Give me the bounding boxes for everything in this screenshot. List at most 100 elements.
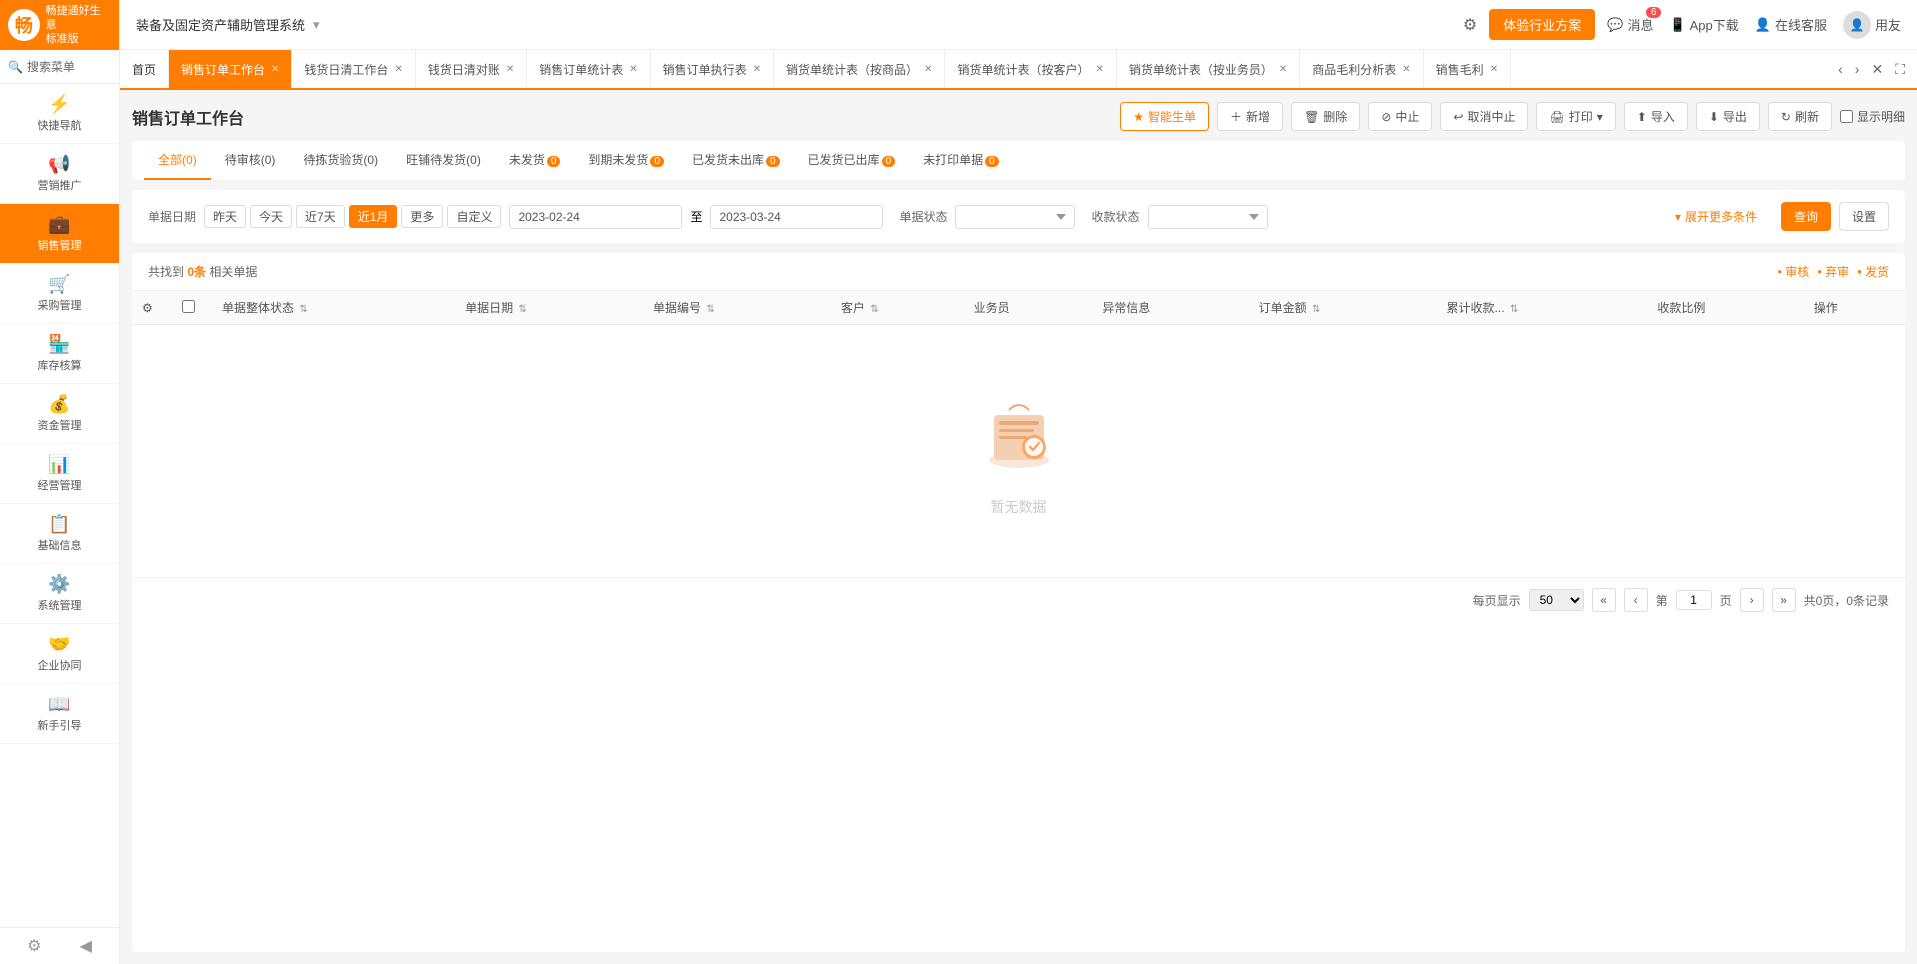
th-customer-label: 客户 xyxy=(841,301,865,315)
tab-close-icon[interactable]: ✕ xyxy=(1095,64,1103,75)
next-page-btn[interactable]: › xyxy=(1740,588,1764,612)
sidebar-item-basic[interactable]: 📋 基础信息 xyxy=(0,504,119,564)
online-service-btn[interactable]: 👤 在线客服 xyxy=(1755,15,1827,34)
tab-sales-order-stats[interactable]: 销售订单统计表 ✕ xyxy=(527,50,650,89)
delete-button[interactable]: 🗑 删除 xyxy=(1291,102,1360,131)
tab-sales-profit[interactable]: 销售毛利 ✕ xyxy=(1424,50,1511,89)
tab-sales-stats-customer[interactable]: 销货单统计表（按客户） ✕ xyxy=(945,50,1116,89)
tab-close-icon[interactable]: ✕ xyxy=(924,64,932,75)
filter-tab-wangpu-pending[interactable]: 旺铺待发货(0) xyxy=(392,141,495,180)
sidebar-item-sales[interactable]: 💼 销售管理 xyxy=(0,204,119,264)
date-btn-more[interactable]: 更多 xyxy=(401,205,443,228)
print-button[interactable]: 🖨 打印 ▾ xyxy=(1536,102,1615,131)
th-status[interactable]: 单据整体状态 ⇅ xyxy=(212,291,455,325)
filter-tab-count: 0 xyxy=(186,153,193,167)
tab-close-icon[interactable]: ✕ xyxy=(1490,64,1498,75)
sidebar-settings-btn[interactable]: ⚙ xyxy=(27,936,41,956)
smart-generate-button[interactable]: ★ 智能生单 xyxy=(1120,102,1209,131)
tab-sales-stats-salesman[interactable]: 销货单统计表（按业务员） ✕ xyxy=(1117,50,1300,89)
sidebar-item-system[interactable]: ⚙️ 系统管理 xyxy=(0,564,119,624)
page-size-select[interactable]: 20 50 100 xyxy=(1529,589,1584,611)
filter-settings-button[interactable]: 设置 xyxy=(1839,202,1889,231)
export-button[interactable]: ⬇ 导出 xyxy=(1696,102,1760,131)
ship-action-btn[interactable]: 发货 xyxy=(1857,263,1889,280)
tab-close-icon[interactable]: ✕ xyxy=(506,64,514,75)
add-button[interactable]: ＋ 新增 xyxy=(1217,102,1283,131)
tab-cash-daily[interactable]: 钱货日清工作台 ✕ xyxy=(292,50,415,89)
tab-sales-order-exec[interactable]: 销售订单执行表 ✕ xyxy=(651,50,774,89)
review-action-btn[interactable]: 审核 xyxy=(1777,263,1809,280)
filter-tab-all[interactable]: 全部(0) xyxy=(144,141,211,180)
tab-close-icon[interactable]: ✕ xyxy=(1402,64,1410,75)
table-scroll-container[interactable]: ⚙ 单据整体状态 ⇅ 单据日期 ⇅ xyxy=(132,291,1905,325)
sidebar-item-finance[interactable]: 💰 资金管理 xyxy=(0,384,119,444)
date-btn-custom[interactable]: 自定义 xyxy=(447,205,501,228)
collection-select[interactable] xyxy=(1148,205,1268,229)
filter-tab-pending-inspect[interactable]: 待拣货验货(0) xyxy=(289,141,392,180)
expand-filter-btn[interactable]: ▾ 展开更多条件 xyxy=(1675,208,1757,225)
tab-gross-margin[interactable]: 商品毛利分析表 ✕ xyxy=(1300,50,1423,89)
filter-tab-shipped-not-out[interactable]: 已发货未出库0 xyxy=(678,141,794,180)
date-btn-yesterday[interactable]: 昨天 xyxy=(204,205,246,228)
tab-home[interactable]: 首页 xyxy=(120,50,169,89)
message-btn[interactable]: 💬 消息 6 xyxy=(1607,15,1653,34)
select-all-checkbox[interactable] xyxy=(182,300,195,313)
sidebar-search[interactable]: 🔍 搜索菜单 xyxy=(0,50,119,84)
sidebar-item-operations[interactable]: 📊 经营管理 xyxy=(0,444,119,504)
sidebar-item-cooperation[interactable]: 🤝 企业协同 xyxy=(0,624,119,684)
filter-tab-expired-not-shipped[interactable]: 到期未发货0 xyxy=(574,141,678,180)
tab-close-all-btn[interactable]: ✕ xyxy=(1867,59,1887,80)
first-page-btn[interactable]: « xyxy=(1592,588,1616,612)
sidebar-item-marketing[interactable]: 📢 营销推广 xyxy=(0,144,119,204)
tab-close-icon[interactable]: ✕ xyxy=(271,64,279,75)
topbar-settings-btn[interactable]: ⚙ xyxy=(1463,15,1477,35)
prev-page-btn[interactable]: ‹ xyxy=(1624,588,1648,612)
th-date[interactable]: 单据日期 ⇅ xyxy=(455,291,643,325)
status-select[interactable] xyxy=(955,205,1075,229)
tab-sales-stats-product[interactable]: 销货单统计表（按商品） ✕ xyxy=(774,50,945,89)
show-detail-checkbox[interactable]: 显示明细 xyxy=(1840,108,1905,125)
filter-tab-pending-review[interactable]: 待审核(0) xyxy=(211,141,290,180)
th-settings[interactable]: ⚙ xyxy=(132,291,172,325)
th-collected[interactable]: 累计收款... ⇅ xyxy=(1437,291,1648,325)
refresh-button[interactable]: ↻ 刷新 xyxy=(1768,102,1832,131)
filter-tab-not-printed[interactable]: 未打印单据0 xyxy=(909,141,1013,180)
sidebar-item-quick-nav[interactable]: ⚡ 快捷导航 xyxy=(0,84,119,144)
stop-button[interactable]: ⊘ 中止 xyxy=(1368,102,1432,131)
tab-next-btn[interactable]: › xyxy=(1851,59,1864,79)
th-number[interactable]: 单据编号 ⇅ xyxy=(643,291,831,325)
sidebar-item-inventory[interactable]: 🏪 库存核算 xyxy=(0,324,119,384)
date-btn-1month[interactable]: 近1月 xyxy=(349,205,398,228)
th-checkbox[interactable] xyxy=(172,291,212,325)
solution-button[interactable]: 体验行业方案 xyxy=(1489,9,1595,40)
tab-close-icon[interactable]: ✕ xyxy=(753,64,761,75)
date-from-input[interactable] xyxy=(509,205,682,229)
tab-close-icon[interactable]: ✕ xyxy=(1279,64,1287,75)
app-download-btn[interactable]: 📱 App下载 xyxy=(1669,15,1738,34)
last-page-btn[interactable]: » xyxy=(1772,588,1796,612)
tab-maximize-btn[interactable]: ⛶ xyxy=(1891,59,1909,80)
date-btn-today[interactable]: 今天 xyxy=(250,205,292,228)
date-btn-7days[interactable]: 近7天 xyxy=(296,205,345,228)
import-button[interactable]: ⬆ 导入 xyxy=(1624,102,1688,131)
cancel-stop-button[interactable]: ↩ 取消中止 xyxy=(1440,102,1528,131)
page-header: 销售订单工作台 ★ 智能生单 ＋ 新增 🗑 删除 ⊘ 中止 xyxy=(132,102,1905,131)
cancel-review-action-btn[interactable]: 弃审 xyxy=(1817,263,1849,280)
user-menu-btn[interactable]: 👤 用友 xyxy=(1843,11,1901,39)
th-amount[interactable]: 订单金额 ⇅ xyxy=(1249,291,1437,325)
tab-close-icon[interactable]: ✕ xyxy=(394,64,402,75)
tab-prev-btn[interactable]: ‹ xyxy=(1834,59,1847,79)
query-button[interactable]: 查询 xyxy=(1781,202,1831,231)
sidebar-item-guide[interactable]: 📖 新手引导 xyxy=(0,684,119,744)
date-to-input[interactable] xyxy=(710,205,883,229)
page-number-input[interactable]: 1 xyxy=(1676,590,1712,610)
th-customer[interactable]: 客户 ⇅ xyxy=(831,291,964,325)
sidebar-item-purchase[interactable]: 🛒 采购管理 xyxy=(0,264,119,324)
sidebar-collapse-btn[interactable]: ◀ xyxy=(80,936,92,956)
filter-tab-not-shipped[interactable]: 未发货0 xyxy=(495,141,575,180)
tab-cash-reconcile[interactable]: 钱货日清对账 ✕ xyxy=(416,50,527,89)
filter-tab-shipped-out[interactable]: 已发货已出库0 xyxy=(794,141,910,180)
tab-sales-order-workbench[interactable]: 销售订单工作台 ✕ xyxy=(169,50,292,89)
show-detail-input[interactable] xyxy=(1840,110,1853,123)
tab-close-icon[interactable]: ✕ xyxy=(629,64,637,75)
